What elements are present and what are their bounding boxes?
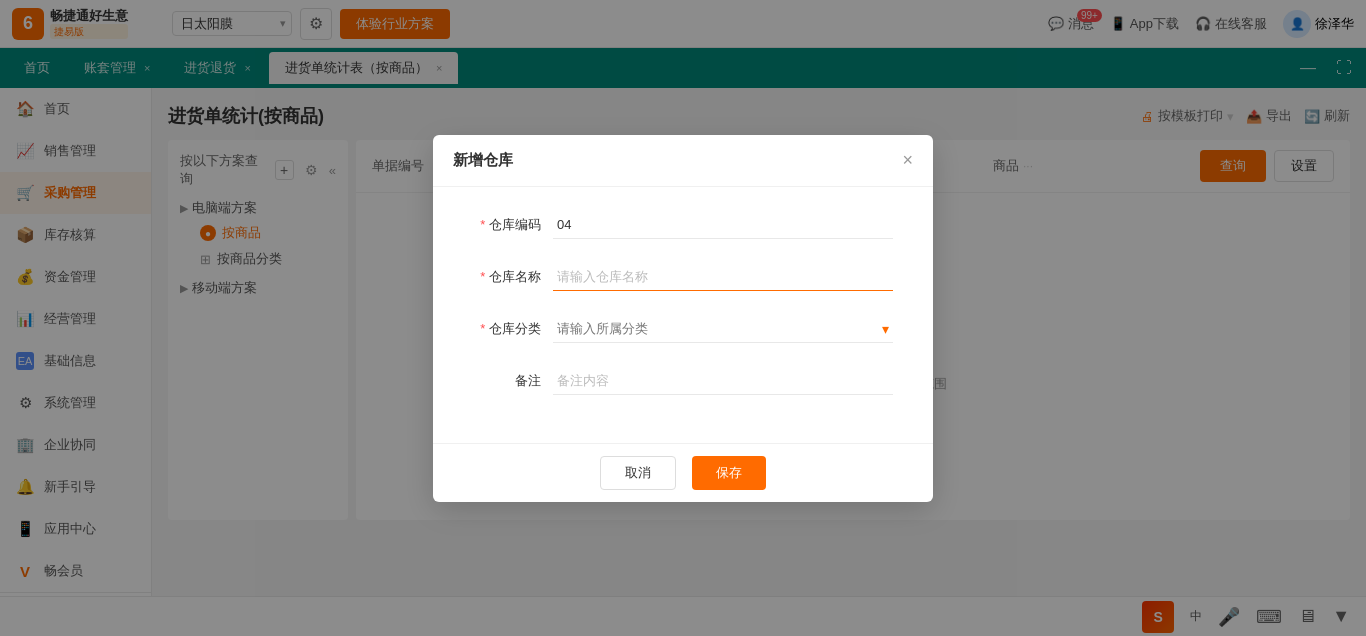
modal-body: 仓库编码 仓库名称 仓库分类 ▾ 备注	[433, 187, 933, 443]
category-label: 仓库分类	[473, 320, 553, 338]
note-label: 备注	[473, 372, 553, 390]
code-input[interactable]	[553, 211, 893, 239]
form-item-name: 仓库名称	[473, 263, 893, 291]
cancel-button[interactable]: 取消	[600, 456, 676, 490]
name-label: 仓库名称	[473, 268, 553, 286]
modal-footer: 取消 保存	[433, 443, 933, 502]
category-select-wrapper: ▾	[553, 315, 893, 343]
note-input[interactable]	[553, 367, 893, 395]
form-item-note: 备注	[473, 367, 893, 395]
modal-close-btn[interactable]: ×	[902, 151, 913, 169]
modal-overlay: 新增仓库 × 仓库编码 仓库名称 仓库分类 ▾	[0, 0, 1366, 636]
save-button[interactable]: 保存	[692, 456, 766, 490]
form-item-code: 仓库编码	[473, 211, 893, 239]
category-input[interactable]	[553, 315, 893, 343]
add-warehouse-modal: 新增仓库 × 仓库编码 仓库名称 仓库分类 ▾	[433, 135, 933, 502]
modal-header: 新增仓库 ×	[433, 135, 933, 187]
form-item-category: 仓库分类 ▾	[473, 315, 893, 343]
code-label: 仓库编码	[473, 216, 553, 234]
name-input[interactable]	[553, 263, 893, 291]
modal-title: 新增仓库	[453, 151, 513, 170]
